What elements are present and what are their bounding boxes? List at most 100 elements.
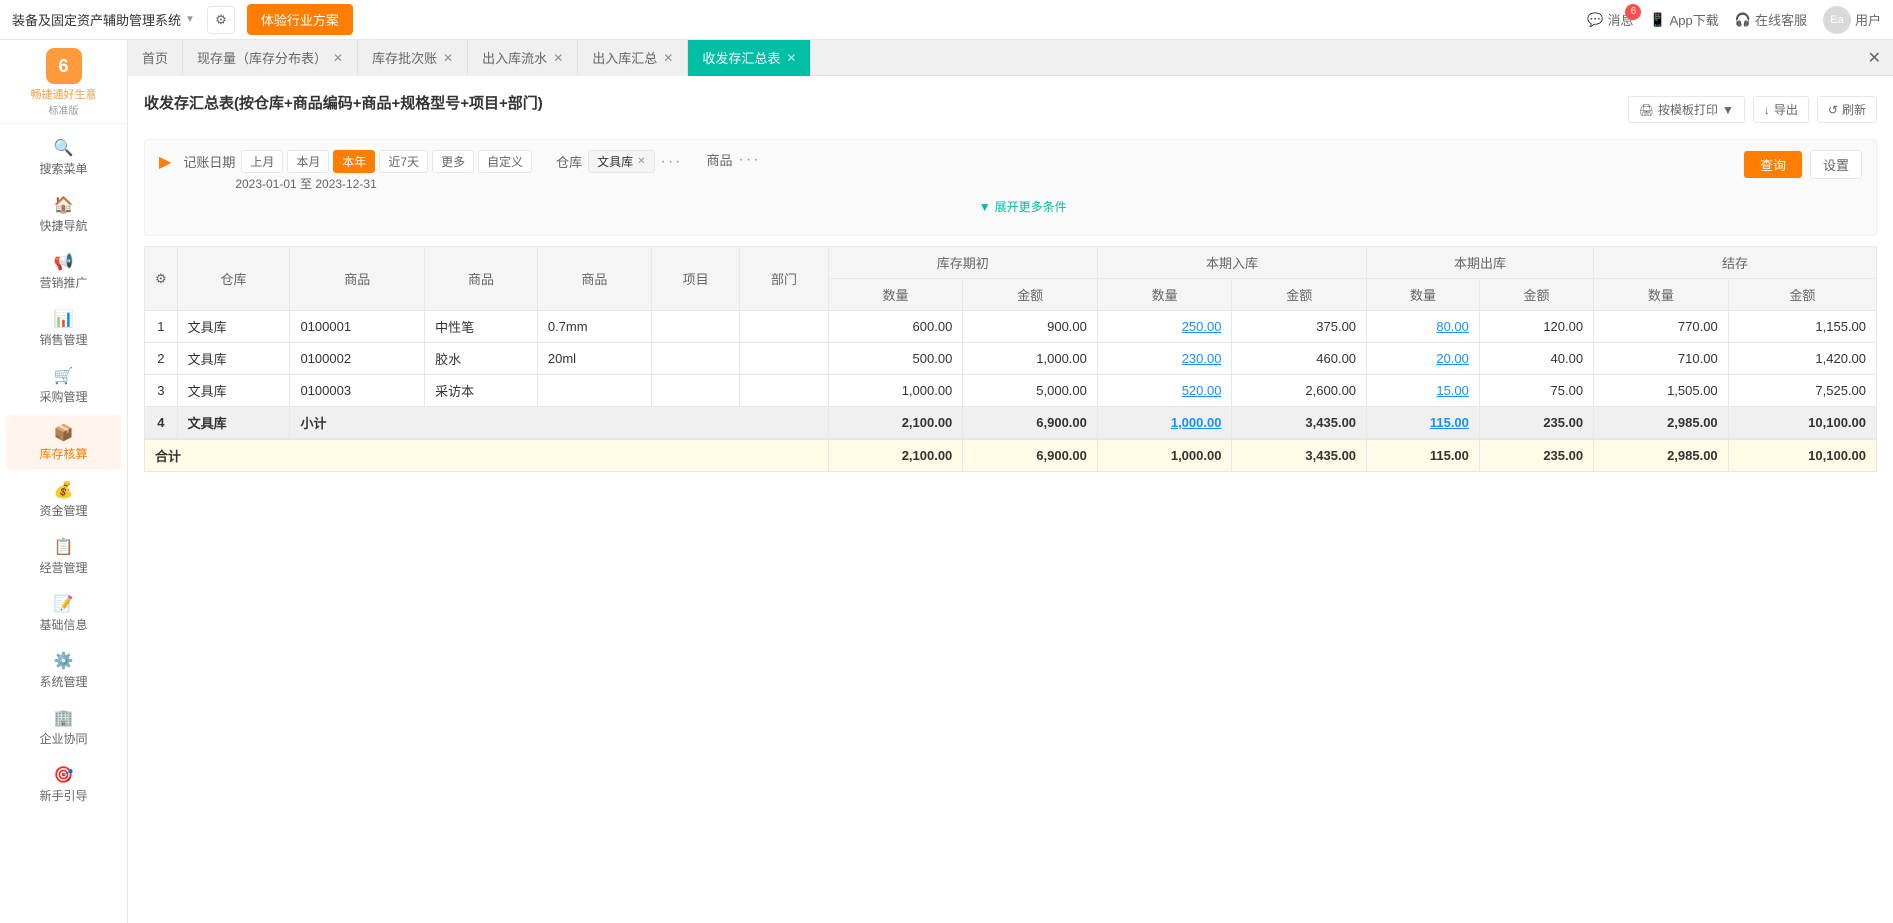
row-in-amt: 375.00 <box>1232 311 1367 343</box>
date-btn-7days[interactable]: 近7天 <box>379 150 428 173</box>
th-out-group: 本期出库 <box>1367 247 1594 279</box>
warehouse-more-btn[interactable]: ··· <box>661 153 683 171</box>
row-out-qty[interactable]: 15.00 <box>1367 375 1480 407</box>
tab-batch-ledger[interactable]: 库存批次账 ✕ <box>358 40 468 76</box>
th-opening-group: 库存期初 <box>828 247 1097 279</box>
settings-gear-icon[interactable]: ⚙ <box>207 6 235 34</box>
tab-in-out-summary-close[interactable]: ✕ <box>663 52 673 64</box>
row-out-qty[interactable]: 80.00 <box>1367 311 1480 343</box>
sidebar-item-label-enterprise: 企业协同 <box>39 730 87 747</box>
system-title-dropdown[interactable]: 装备及固定资产辅助管理系统 ▼ <box>12 10 195 29</box>
tab-in-out-flow[interactable]: 出入库流水 ✕ <box>468 40 578 76</box>
th-opening-amt: 金额 <box>963 279 1098 311</box>
row-name: 胶水 <box>425 343 538 375</box>
date-btn-custom[interactable]: 自定义 <box>478 150 532 173</box>
th-warehouse: 仓库 <box>177 247 290 311</box>
sidebar-item-label-marketing: 营销推广 <box>39 274 87 291</box>
row-opening-amt: 1,000.00 <box>963 343 1098 375</box>
refresh-btn[interactable]: ↺ 刷新 <box>1817 96 1877 123</box>
row-in-qty[interactable]: 250.00 <box>1097 311 1232 343</box>
sidebar-item-label-operations: 经营管理 <box>39 559 87 576</box>
tab-receive-send-summary-close[interactable]: ✕ <box>786 52 796 64</box>
tab-bar-close-btn[interactable]: ✕ <box>1856 48 1893 68</box>
table-row: 1 文具库 0100001 中性笔 0.7mm 600.00 900.00 25… <box>145 311 1877 343</box>
row-in-qty[interactable]: 520.00 <box>1097 375 1232 407</box>
row-end-amt: 7,525.00 <box>1728 375 1876 407</box>
table-row: 3 文具库 0100003 采访本 1,000.00 5,000.00 520.… <box>145 375 1877 407</box>
row-project <box>652 343 740 375</box>
th-gear[interactable]: ⚙ <box>145 247 178 311</box>
experience-btn[interactable]: 体验行业方案 <box>247 4 353 35</box>
date-btn-more[interactable]: 更多 <box>432 150 474 173</box>
footer-in-qty: 1,000.00 <box>1097 439 1232 472</box>
goods-filter: 商品 ··· <box>707 150 761 169</box>
online-support-btn[interactable]: 🎧 在线客服 <box>1735 10 1807 29</box>
row-warehouse: 文具库 <box>177 343 290 375</box>
tab-in-out-flow-label: 出入库流水 <box>482 48 547 67</box>
tab-stock-distribution-close[interactable]: ✕ <box>333 52 343 64</box>
messages-btn[interactable]: 💬 消息 6 <box>1587 10 1633 29</box>
purchase-icon: 🛒 <box>54 366 74 386</box>
sidebar-item-label-inventory: 库存核算 <box>39 445 87 462</box>
table-settings-btn[interactable]: 设置 <box>1810 150 1862 179</box>
tab-in-out-summary-label: 出入库汇总 <box>592 48 657 67</box>
sidebar-item-operations[interactable]: 📋 经营管理 <box>6 529 121 584</box>
system-icon: ⚙️ <box>54 651 74 671</box>
messages-badge: 6 <box>1625 4 1641 20</box>
sidebar-item-base-info[interactable]: 📝 基础信息 <box>6 586 121 641</box>
goods-more-btn[interactable]: ··· <box>739 151 761 169</box>
sidebar-item-inventory[interactable]: 📦 库存核算 <box>6 415 121 470</box>
tab-batch-ledger-close[interactable]: ✕ <box>443 52 453 64</box>
tab-receive-send-summary[interactable]: 收发存汇总表 ✕ <box>688 40 811 76</box>
row-out-qty[interactable]: 20.00 <box>1367 343 1480 375</box>
sidebar-item-finance[interactable]: 💰 资金管理 <box>6 472 121 527</box>
date-filter-row: 记账日期 上月 本月 本年 近7天 更多 自定义 <box>183 150 532 173</box>
sub-warehouse: 文具库 <box>177 407 290 440</box>
row-opening-qty: 600.00 <box>828 311 963 343</box>
row-opening-qty: 500.00 <box>828 343 963 375</box>
date-filter: 记账日期 上月 本月 本年 近7天 更多 自定义 <box>183 150 532 192</box>
sidebar-item-label-purchase: 采购管理 <box>39 388 87 405</box>
sidebar-item-quick-nav[interactable]: 🏠 快捷导航 <box>6 187 121 242</box>
sub-out-qty[interactable]: 115.00 <box>1367 407 1480 440</box>
export-btn[interactable]: ↓ 导出 <box>1753 96 1809 123</box>
sidebar-item-marketing[interactable]: 📢 营销推广 <box>6 244 121 299</box>
footer-label: 合计 <box>145 439 829 472</box>
sidebar-item-enterprise[interactable]: 🏢 企业协同 <box>6 700 121 755</box>
sub-in-qty[interactable]: 1,000.00 <box>1097 407 1232 440</box>
tab-stock-distribution[interactable]: 现存量（库存分布表） ✕ <box>183 40 358 76</box>
row-dept <box>740 311 828 343</box>
tab-in-out-summary[interactable]: 出入库汇总 ✕ <box>578 40 688 76</box>
table-container: ⚙ 仓库 商品 商品 商品 项目 部门 库存期初 本期入库 本期出库 结存 <box>144 246 1877 472</box>
query-btn[interactable]: 查询 <box>1744 151 1802 178</box>
app-download-btn[interactable]: 📱 App下载 <box>1649 10 1718 29</box>
row-code: 0100003 <box>290 375 425 407</box>
sidebar-item-purchase[interactable]: 🛒 采购管理 <box>6 358 121 413</box>
tab-home[interactable]: 首页 <box>128 40 183 76</box>
row-code: 0100002 <box>290 343 425 375</box>
row-spec: 0.7mm <box>537 311 651 343</box>
footer-end-qty: 2,985.00 <box>1594 439 1729 472</box>
row-in-amt: 460.00 <box>1232 343 1367 375</box>
home-icon: 🏠 <box>54 195 74 215</box>
warehouse-tag-close[interactable]: ✕ <box>637 156 645 167</box>
user-menu[interactable]: Ea 用户 <box>1823 6 1881 34</box>
sidebar-item-sales[interactable]: 📊 销售管理 <box>6 301 121 356</box>
sidebar-item-guide[interactable]: 🎯 新手引导 <box>6 757 121 812</box>
date-btn-last-month[interactable]: 上月 <box>241 150 283 173</box>
row-out-amt: 75.00 <box>1479 375 1593 407</box>
row-no: 1 <box>145 311 178 343</box>
tab-in-out-flow-close[interactable]: ✕ <box>553 52 563 64</box>
date-btn-this-year[interactable]: 本年 <box>333 150 375 173</box>
filter-arrow-icon[interactable]: ▶ <box>159 152 171 172</box>
date-btn-this-month[interactable]: 本月 <box>287 150 329 173</box>
print-btn[interactable]: 🖨 按模板打印 ▼ <box>1628 96 1745 123</box>
sidebar-item-label-guide: 新手引导 <box>39 787 87 804</box>
row-in-qty[interactable]: 230.00 <box>1097 343 1232 375</box>
sidebar-item-search[interactable]: 🔍 搜索菜单 <box>6 130 121 185</box>
expand-more-btn[interactable]: ▼ 展开更多条件 <box>979 198 1067 215</box>
sidebar-item-system[interactable]: ⚙️ 系统管理 <box>6 643 121 698</box>
print-chevron-icon: ▼ <box>1722 103 1734 117</box>
sidebar-menu: 🔍 搜索菜单 🏠 快捷导航 📢 营销推广 📊 销售管理 🛒 采购管 <box>0 124 127 923</box>
th-code: 商品 <box>290 247 425 311</box>
